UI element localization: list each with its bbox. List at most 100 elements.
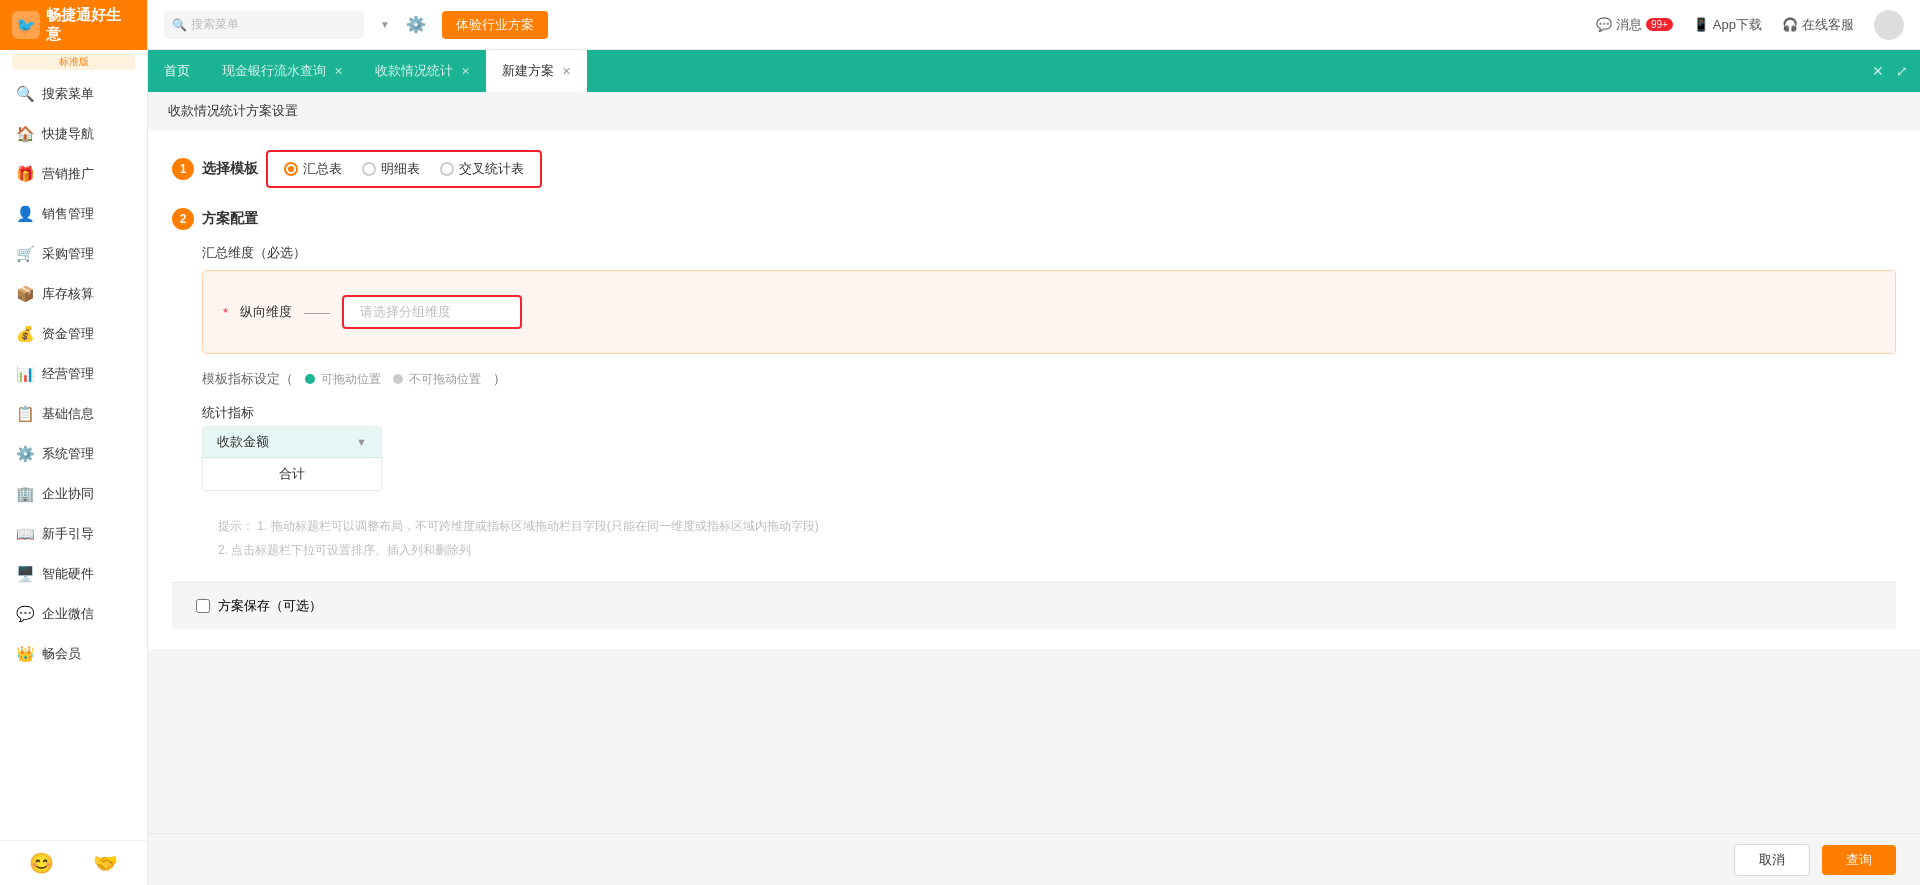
sidebar-item-purchase[interactable]: 🛒 采购管理 [0, 234, 147, 274]
tab-receipt-stats-close[interactable]: ✕ [461, 65, 470, 78]
sidebar-item-operation[interactable]: 📊 经营管理 [0, 354, 147, 394]
sidebar-item-system[interactable]: ⚙️ 系统管理 [0, 434, 147, 474]
tip-2: 2. 点击标题栏下拉可设置排序、插入列和删除列 [218, 538, 1896, 562]
crown-icon: 👑 [16, 645, 34, 663]
tab-new-plan-label: 新建方案 [502, 62, 554, 80]
save-checkbox[interactable] [196, 599, 210, 613]
dimension-label-text: 汇总维度（必选） [202, 245, 306, 260]
indicator-table-header[interactable]: 收款金额 ▼ [203, 427, 381, 458]
sidebar-item-hardware[interactable]: 🖥️ 智能硬件 [0, 554, 147, 594]
save-section: 方案保存（可选） [172, 582, 1896, 629]
radio-summary-circle [284, 162, 298, 176]
trial-btn[interactable]: 体验行业方案 [442, 11, 548, 39]
step1-header: 1 选择模板 汇总表 明细表 [172, 150, 1896, 188]
tab-home-label: 首页 [164, 62, 190, 80]
notification-label: 消息 [1616, 16, 1642, 34]
sidebar-bottom-icon-right[interactable]: 🤝 [93, 851, 118, 875]
save-label: 方案保存（可选） [218, 597, 322, 615]
tab-receipt-stats[interactable]: 收款情况统计 ✕ [359, 50, 486, 92]
user-avatar[interactable] [1874, 10, 1904, 40]
tab-expand-icon[interactable]: ⤢ [1896, 63, 1908, 79]
tab-receipt-stats-label: 收款情况统计 [375, 62, 453, 80]
sidebar-item-quick-nav[interactable]: 🏠 快捷导航 [0, 114, 147, 154]
sidebar-item-inventory[interactable]: 📦 库存核算 [0, 274, 147, 314]
sidebar-item-enterprise[interactable]: 🏢 企业协同 [0, 474, 147, 514]
home-icon: 🏠 [16, 125, 34, 143]
sidebar-item-basic[interactable]: 📋 基础信息 [0, 394, 147, 434]
tab-new-plan[interactable]: 新建方案 ✕ [486, 50, 587, 92]
radio-summary[interactable]: 汇总表 [284, 160, 342, 178]
radio-cross-circle [440, 162, 454, 176]
tab-close-all-icon[interactable]: ✕ [1872, 63, 1884, 79]
sidebar-item-label: 快捷导航 [42, 125, 94, 143]
online-service-item[interactable]: 🎧 在线客服 [1782, 16, 1854, 34]
sidebar-item-label: 系统管理 [42, 445, 94, 463]
page-title-bar: 收款情况统计方案设置 [148, 92, 1920, 130]
bottom-action-bar: 取消 查询 [148, 833, 1920, 885]
step2-section: 2 方案配置 汇总维度（必选） * 纵向维度 —— 请选择分组维度 [172, 208, 1896, 562]
tab-bank-flow[interactable]: 现金银行流水查询 ✕ [206, 50, 359, 92]
sidebar-item-label: 智能硬件 [42, 565, 94, 583]
content-area: 收款情况统计方案设置 1 选择模板 汇总表 [148, 92, 1920, 833]
radio-detail-label: 明细表 [381, 160, 420, 178]
radio-detail[interactable]: 明细表 [362, 160, 420, 178]
sidebar-item-search-menu[interactable]: 🔍 搜索菜单 [0, 74, 147, 114]
step1-section: 1 选择模板 汇总表 明细表 [172, 150, 1896, 188]
app-download-item[interactable]: 📱 App下载 [1693, 16, 1762, 34]
headphone-icon: 🎧 [1782, 17, 1798, 32]
chevron-down-icon[interactable]: ▼ [356, 436, 367, 448]
tab-bar-right: ✕ ⤢ [1872, 63, 1920, 79]
indicator-table-label: 统计指标 [202, 396, 1896, 426]
notification-item[interactable]: 💬 消息 99+ [1596, 16, 1673, 34]
search-placeholder: 搜索菜单 [191, 16, 239, 33]
header-right: 💬 消息 99+ 📱 App下载 🎧 在线客服 [1596, 10, 1904, 40]
query-button[interactable]: 查询 [1822, 845, 1896, 875]
chart-icon: 📊 [16, 365, 34, 383]
tab-new-plan-close[interactable]: ✕ [562, 65, 571, 78]
sidebar-item-sales[interactable]: 👤 销售管理 [0, 194, 147, 234]
indicator-title: 统计指标 [202, 405, 254, 420]
sidebar-item-guide[interactable]: 📖 新手引导 [0, 514, 147, 554]
sidebar-item-member[interactable]: 👑 畅会员 [0, 634, 147, 674]
dimension-area: * 纵向维度 —— 请选择分组维度 [202, 270, 1896, 354]
cart-icon: 🛒 [16, 245, 34, 263]
sidebar-item-finance[interactable]: 💰 资金管理 [0, 314, 147, 354]
message-icon: 💬 [1596, 17, 1612, 32]
fixed-dot [393, 374, 403, 384]
tab-bank-flow-close[interactable]: ✕ [334, 65, 343, 78]
tip-1: 提示： 1. 拖动标题栏可以调整布局，不可跨维度或指标区域拖动栏目字段(只能在同… [218, 514, 1896, 538]
logo-text: 畅捷通好生意 [46, 6, 135, 44]
legend-fixed-label: 不可拖动位置 [409, 371, 481, 388]
header-search[interactable]: 🔍 搜索菜单 [164, 11, 364, 39]
sidebar-item-wechat[interactable]: 💬 企业微信 [0, 594, 147, 634]
radio-cross-label: 交叉统计表 [459, 160, 524, 178]
chat-icon: 💬 [16, 605, 34, 623]
template-select-box: 汇总表 明细表 交叉统计表 [266, 150, 542, 188]
cancel-button[interactable]: 取消 [1734, 844, 1810, 876]
sidebar-item-marketing[interactable]: 🎁 营销推广 [0, 154, 147, 194]
step2-title: 方案配置 [202, 210, 258, 228]
radio-cross[interactable]: 交叉统计表 [440, 160, 524, 178]
indicator-table-cell: 合计 [203, 458, 381, 490]
sidebar-logo: 🐦 畅捷通好生意 [0, 0, 147, 50]
dim-select-placeholder[interactable]: 请选择分组维度 [342, 295, 522, 329]
indicator-label-row: 模板指标设定（ 可拖动位置 不可拖动位置 ） [202, 370, 1896, 388]
sidebar-bottom: 😊 🤝 [0, 840, 147, 885]
dimension-subsection: 汇总维度（必选） * 纵向维度 —— 请选择分组维度 模板指标设定（ [172, 244, 1896, 562]
step1-title: 选择模板 [202, 160, 258, 178]
sidebar-item-label: 资金管理 [42, 325, 94, 343]
app-download-label: App下载 [1713, 16, 1762, 34]
indicator-label-text: 模板指标设定（ [202, 370, 293, 388]
dim-select-placeholder-text: 请选择分组维度 [360, 304, 451, 319]
tab-home[interactable]: 首页 [148, 50, 206, 92]
settings-icon[interactable]: ⚙️ [406, 15, 426, 34]
legend-close-paren: ） [493, 370, 506, 388]
sidebar-bottom-icon-left[interactable]: 😊 [29, 851, 54, 875]
sidebar-badge: 标准版 [12, 54, 135, 70]
sidebar-item-label: 基础信息 [42, 405, 94, 423]
logo-icon: 🐦 [12, 11, 40, 39]
monitor-icon: 🖥️ [16, 565, 34, 583]
tab-bank-flow-label: 现金银行流水查询 [222, 62, 326, 80]
clipboard-icon: 📋 [16, 405, 34, 423]
legend-fixed: 不可拖动位置 [393, 371, 481, 388]
